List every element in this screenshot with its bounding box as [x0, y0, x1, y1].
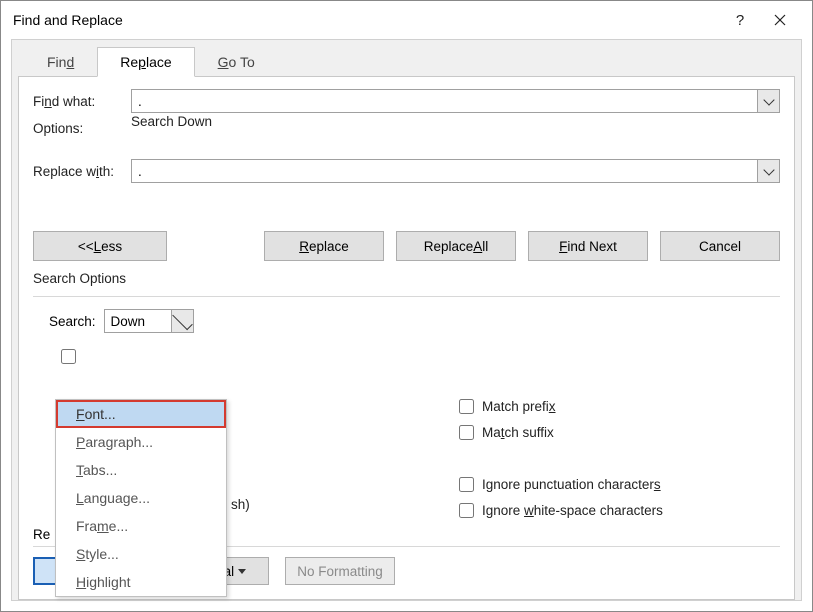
tab-strip: Find Replace Go To: [12, 46, 801, 76]
ignore-ws-label: Ignore white-space characters: [482, 503, 663, 518]
menu-item-language[interactable]: Language...: [56, 484, 226, 512]
tab-goto[interactable]: Go To: [195, 47, 278, 77]
chevron-down-icon: [172, 309, 193, 330]
replace-with-dropdown[interactable]: [757, 160, 779, 182]
close-button[interactable]: [760, 1, 800, 39]
tab-find[interactable]: Find: [24, 47, 97, 77]
match-suffix-label: Match suffix: [482, 425, 554, 440]
no-formatting-button: No Formatting: [285, 557, 395, 585]
find-what-input[interactable]: [132, 94, 757, 109]
find-replace-dialog: Find and Replace ? Find Replace Go To Fi…: [0, 0, 813, 612]
truncated-option-text: sh): [231, 497, 250, 512]
close-icon: [774, 14, 786, 26]
checkbox-input[interactable]: [459, 477, 474, 492]
find-next-button[interactable]: Find Next: [528, 231, 648, 261]
dialog-title: Find and Replace: [13, 12, 720, 28]
checkbox-input[interactable]: [459, 399, 474, 414]
less-button[interactable]: << Less: [33, 231, 167, 261]
menu-item-tabs[interactable]: Tabs...: [56, 456, 226, 484]
tab-replace[interactable]: Replace: [97, 47, 194, 77]
find-what-combo[interactable]: [131, 89, 780, 113]
caret-down-icon: [238, 569, 246, 574]
ignore-ws-checkbox[interactable]: Ignore white-space characters: [459, 497, 779, 523]
match-prefix-checkbox[interactable]: Match prefix: [459, 393, 779, 419]
menu-item-frame[interactable]: Frame...: [56, 512, 226, 540]
replace-all-button[interactable]: Replace All: [396, 231, 516, 261]
replace-button[interactable]: Replace: [264, 231, 384, 261]
checkbox-input[interactable]: [459, 503, 474, 518]
search-options-label: Search Options: [33, 271, 780, 286]
divider: [33, 296, 780, 297]
match-case-checkbox-partial[interactable]: [61, 343, 780, 369]
replace-panel: Find what: Options: Search Down Replace …: [18, 76, 795, 600]
replace-with-input[interactable]: [132, 164, 757, 179]
search-label: Search:: [49, 314, 96, 329]
help-button[interactable]: ?: [720, 1, 760, 39]
menu-item-highlight[interactable]: Highlight: [56, 568, 226, 596]
ignore-punct-label: Ignore punctuation characters: [482, 477, 661, 492]
options-value: Search Down: [131, 114, 780, 129]
options-label: Options:: [33, 121, 131, 136]
menu-item-font[interactable]: Font...: [56, 400, 226, 428]
chevron-down-icon: [763, 94, 774, 105]
replace-with-combo[interactable]: [131, 159, 780, 183]
menu-item-paragraph[interactable]: Paragraph...: [56, 428, 226, 456]
search-direction-dropdown[interactable]: [171, 310, 193, 332]
dialog-body: Find Replace Go To Find what: Options: S…: [11, 39, 802, 601]
ignore-punct-checkbox[interactable]: Ignore punctuation characters: [459, 471, 779, 497]
chevron-down-icon: [763, 164, 774, 175]
search-direction-value: Down: [105, 314, 171, 329]
find-what-label: Find what:: [33, 94, 131, 109]
find-what-dropdown[interactable]: [757, 90, 779, 112]
search-direction-combo[interactable]: Down: [104, 309, 194, 333]
format-menu: Font... Paragraph... Tabs... Language...…: [55, 399, 227, 597]
titlebar: Find and Replace ?: [1, 1, 812, 39]
checkbox-input[interactable]: [61, 349, 76, 364]
replace-with-label: Replace with:: [33, 164, 131, 179]
menu-item-style[interactable]: Style...: [56, 540, 226, 568]
match-prefix-label: Match prefix: [482, 399, 556, 414]
cancel-button[interactable]: Cancel: [660, 231, 780, 261]
checkbox-input[interactable]: [459, 425, 474, 440]
match-suffix-checkbox[interactable]: Match suffix: [459, 419, 779, 445]
